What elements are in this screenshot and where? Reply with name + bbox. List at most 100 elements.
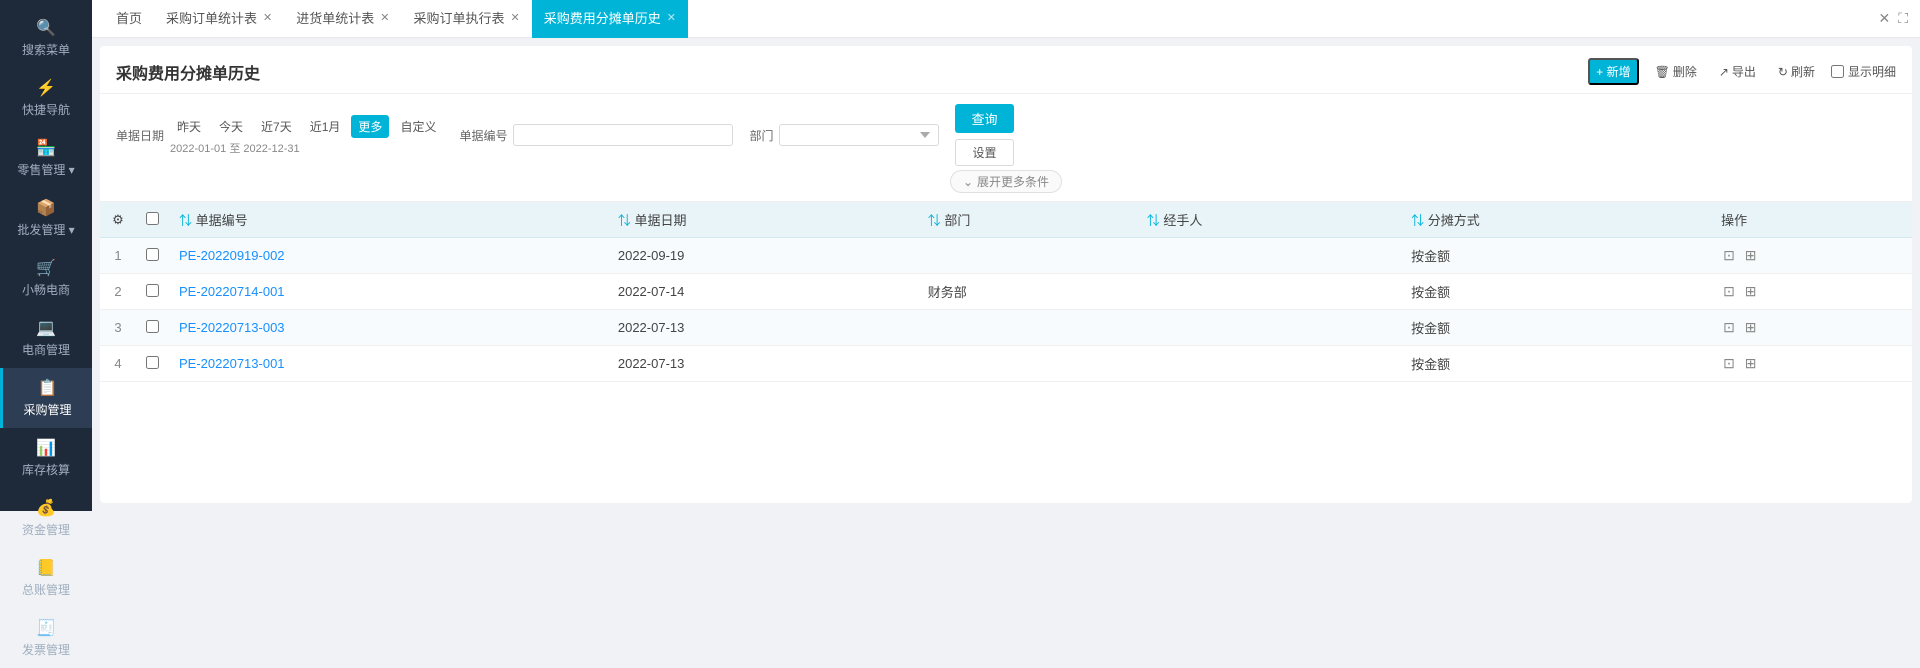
export-button[interactable]: ↗ 导出 — [1713, 60, 1762, 83]
date-buttons: 昨天 今天 近7天 近1月 更多 自定义 2022-01-01 至 2022-1… — [170, 115, 443, 156]
sidebar-item-快捷导航[interactable]: ⚡ 快捷导航 — [0, 68, 92, 128]
sidebar-item-批发管理[interactable]: 📦 批发管理 ▾ — [0, 188, 92, 248]
date-btn-more[interactable]: 更多 — [351, 115, 389, 138]
tab-采购订单执行表[interactable]: 采购订单执行表✕ — [401, 0, 531, 38]
view-icon[interactable]: ⊡ — [1721, 281, 1737, 302]
cell-doc-no: PE-20220713-001 — [169, 346, 608, 382]
tab-close-icon[interactable]: ✕ — [380, 11, 389, 24]
dept-select[interactable]: 财务部 — [779, 124, 939, 146]
cell-doc-date: 2022-09-19 — [608, 238, 918, 274]
row-checkbox[interactable] — [146, 248, 159, 261]
sidebar-item-采购管理[interactable]: 📋 采购管理 — [0, 368, 92, 428]
chevron-down-icon: ⌄ — [963, 175, 973, 189]
th-dept: ⇅ 部门 — [918, 202, 1137, 238]
sidebar-item-label: 库存核算 — [4, 461, 88, 478]
sidebar-item-库存核算[interactable]: 📊 库存核算 — [0, 428, 92, 488]
delete-icon: 🗑 — [1655, 65, 1670, 79]
view-icon[interactable]: ⊡ — [1721, 245, 1737, 266]
refresh-button[interactable]: ↻ 刷新 — [1772, 60, 1821, 83]
row-num: 1 — [100, 238, 136, 274]
view-icon[interactable]: ⊡ — [1721, 353, 1737, 374]
filter-settings-button[interactable]: 设置 — [955, 139, 1013, 166]
tab-close-icon[interactable]: ✕ — [263, 11, 272, 24]
th-settings[interactable]: ⚙ — [100, 202, 136, 238]
doc-no-link[interactable]: PE-20220919-002 — [179, 248, 285, 263]
filter-row: 单据日期 昨天 今天 近7天 近1月 更多 自定义 2022-01-01 至 2… — [116, 104, 1896, 166]
sidebar-icon: 🔍 — [4, 18, 88, 38]
sidebar-icon: 🛒 — [4, 258, 88, 278]
row-num: 3 — [100, 310, 136, 346]
tab-采购费用分摊单历史[interactable]: 采购费用分摊单历史✕ — [532, 0, 688, 38]
cell-split-method: 按金额 — [1401, 346, 1711, 382]
tab-close-icon[interactable]: ✕ — [511, 11, 520, 24]
row-num: 4 — [100, 346, 136, 382]
th-checkbox[interactable] — [136, 202, 169, 238]
toolbar: + 新增 🗑 删除 ↗ 导出 ↻ 刷新 显示明细 — [1588, 58, 1896, 85]
more-icon[interactable]: ⊞ — [1743, 245, 1759, 266]
show-columns-toggle[interactable]: 显示明细 — [1831, 63, 1896, 80]
delete-button[interactable]: 🗑 删除 — [1649, 60, 1703, 83]
sidebar-item-总账管理[interactable]: 📒 总账管理 — [0, 548, 92, 608]
doc-no-link[interactable]: PE-20220713-003 — [179, 320, 285, 335]
sidebar-item-电商管理[interactable]: 💻 电商管理 — [0, 308, 92, 368]
date-btn-today[interactable]: 今天 — [212, 115, 250, 138]
page-title: 采购费用分摊单历史 — [116, 60, 260, 84]
sidebar-item-发票管理[interactable]: 🧾 发票管理 — [0, 608, 92, 668]
sidebar-item-零售管理[interactable]: 🏪 零售管理 ▾ — [0, 128, 92, 188]
cell-handler — [1137, 346, 1401, 382]
expand-more-area: ⌄ 展开更多条件 — [116, 166, 1896, 197]
th-action: 操作 — [1711, 202, 1912, 238]
tab-close-icon[interactable]: ✕ — [667, 11, 676, 24]
date-filter-label: 单据日期 — [116, 127, 164, 144]
add-button[interactable]: + 新增 — [1588, 58, 1638, 85]
page-container: 采购费用分摊单历史 + 新增 🗑 删除 ↗ 导出 ↻ 刷新 显示明细 — [100, 46, 1912, 503]
row-checkbox[interactable] — [146, 284, 159, 297]
date-btn-yesterday[interactable]: 昨天 — [170, 115, 208, 138]
close-window-icon[interactable]: ✕ — [1878, 10, 1890, 27]
doc-no-link[interactable]: PE-20220714-001 — [179, 284, 285, 299]
row-checkbox[interactable] — [146, 356, 159, 369]
date-btn-7days[interactable]: 近7天 — [254, 115, 299, 138]
sort-icon-split[interactable]: ⇅ — [1411, 213, 1424, 228]
cell-doc-date: 2022-07-13 — [608, 310, 918, 346]
filter-area: 单据日期 昨天 今天 近7天 近1月 更多 自定义 2022-01-01 至 2… — [100, 94, 1912, 202]
table-area: ⚙ ⇅ 单据编号 ⇅ 单据日期 ⇅ 部门 ⇅ 经手人 ⇅ 分摊方式 操作 1 P… — [100, 202, 1912, 503]
tab-采购订单统计表[interactable]: 采购订单统计表 ✕ — [154, 0, 284, 38]
view-icon[interactable]: ⊡ — [1721, 317, 1737, 338]
sidebar-item-搜索菜单[interactable]: 🔍 搜索菜单 — [0, 8, 92, 68]
cell-dept — [918, 238, 1137, 274]
expand-window-icon[interactable]: ⛶ — [1898, 10, 1908, 27]
date-btn-1month[interactable]: 近1月 — [303, 115, 348, 138]
cell-split-method: 按金额 — [1401, 274, 1711, 310]
sort-icon-doc-no[interactable]: ⇅ — [179, 213, 192, 228]
date-btn-custom[interactable]: 自定义 — [393, 115, 443, 138]
query-button[interactable]: 查询 — [955, 104, 1013, 133]
show-columns-checkbox[interactable] — [1831, 65, 1844, 78]
sidebar-item-小畅电商[interactable]: 🛒 小畅电商 — [0, 248, 92, 308]
tab-进货单统计表[interactable]: 进货单统计表✕ — [284, 0, 401, 38]
sort-icon-doc-date[interactable]: ⇅ — [618, 213, 631, 228]
sidebar-item-资金管理[interactable]: 💰 资金管理 — [0, 488, 92, 548]
select-all-checkbox[interactable] — [146, 212, 159, 225]
table-row: 2 PE-20220714-001 2022-07-14 财务部 按金额 ⊡ ⊞ — [100, 274, 1912, 310]
tab-label: 采购订单统计表 — [166, 8, 257, 27]
table-row: 3 PE-20220713-003 2022-07-13 按金额 ⊡ ⊞ — [100, 310, 1912, 346]
row-checkbox[interactable] — [146, 320, 159, 333]
sort-icon-dept[interactable]: ⇅ — [928, 213, 941, 228]
table-body: 1 PE-20220919-002 2022-09-19 按金额 ⊡ ⊞ 2 P… — [100, 238, 1912, 382]
doc-no-link[interactable]: PE-20220713-001 — [179, 356, 285, 371]
tab-首页[interactable]: 首页 — [104, 0, 154, 38]
sidebar-icon: 📊 — [4, 438, 88, 458]
doc-no-input[interactable] — [513, 124, 733, 146]
more-icon[interactable]: ⊞ — [1743, 317, 1759, 338]
sidebar-item-label: 搜索菜单 — [4, 41, 88, 58]
expand-more-button[interactable]: ⌄ 展开更多条件 — [950, 170, 1062, 193]
cell-dept — [918, 310, 1137, 346]
sort-icon-handler[interactable]: ⇅ — [1147, 213, 1160, 228]
more-icon[interactable]: ⊞ — [1743, 281, 1759, 302]
more-icon[interactable]: ⊞ — [1743, 353, 1759, 374]
cell-dept — [918, 346, 1137, 382]
dept-label: 部门 — [749, 127, 773, 144]
cell-action: ⊡ ⊞ — [1711, 310, 1912, 346]
doc-no-filter-group: 单据编号 — [459, 124, 733, 146]
